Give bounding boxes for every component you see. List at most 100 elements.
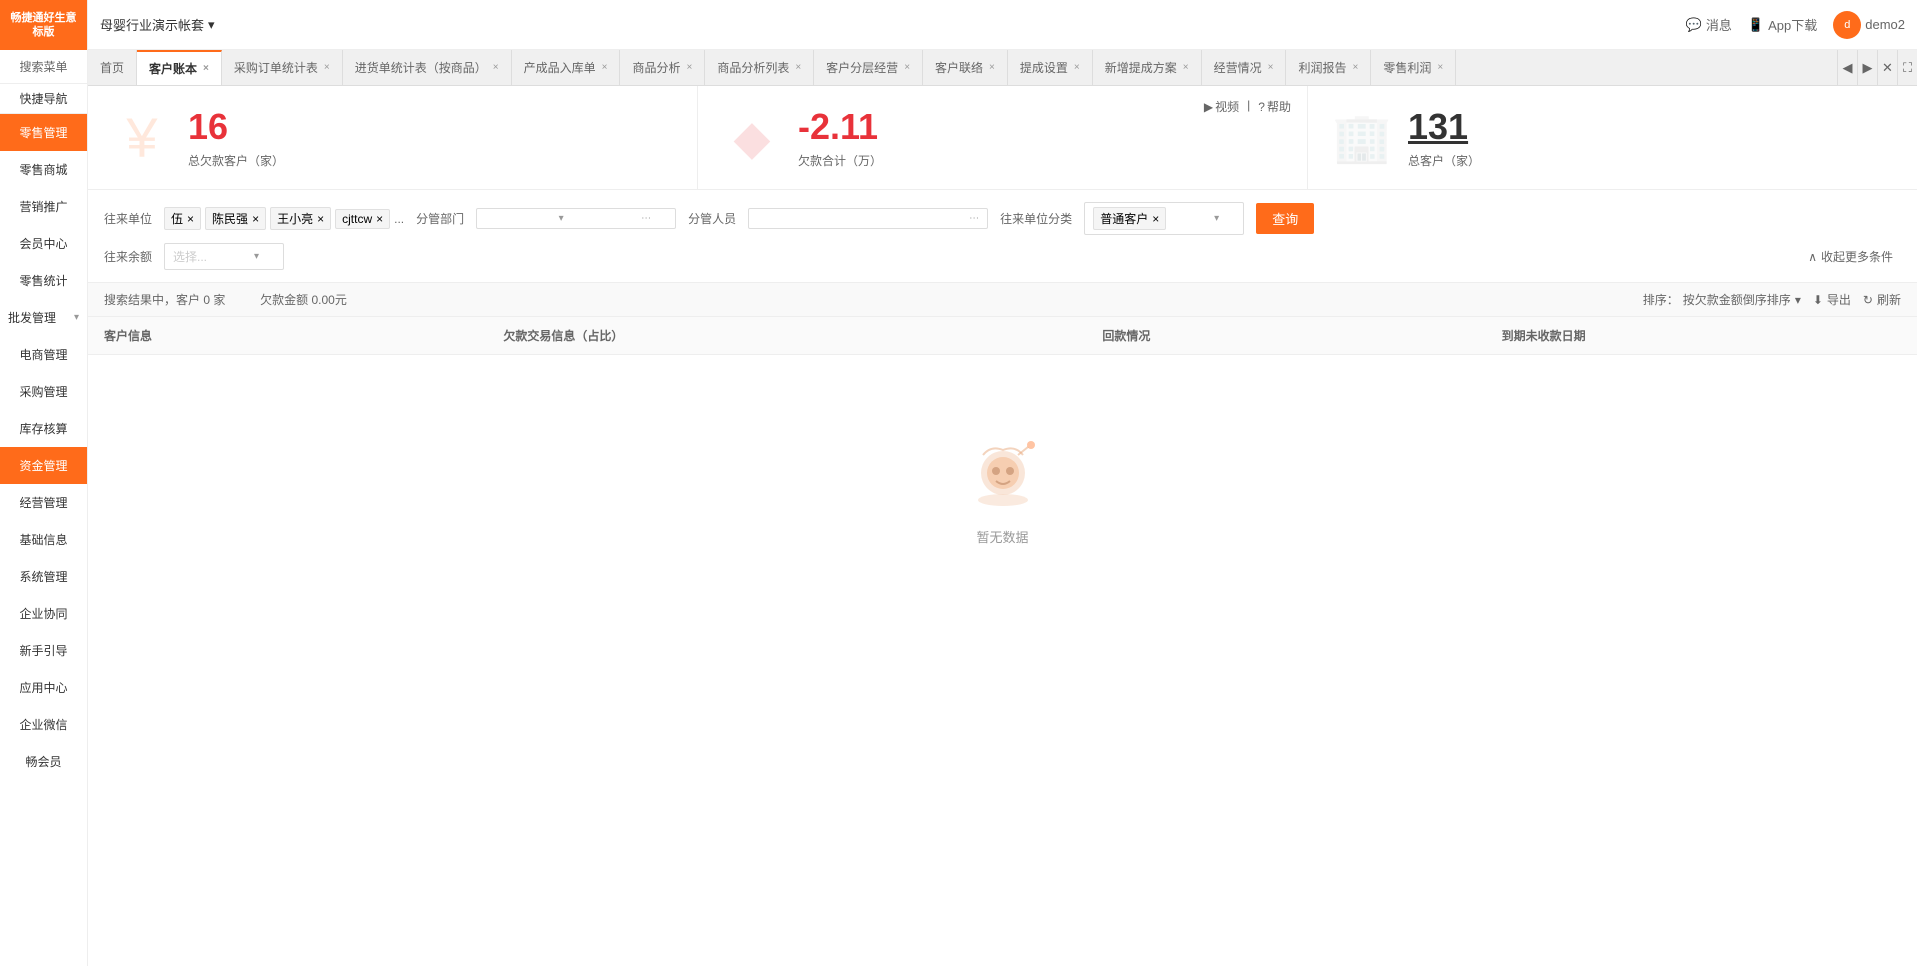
- video-btn[interactable]: ▶ 视频: [1204, 98, 1239, 115]
- tab-close-13[interactable]: ×: [1437, 62, 1443, 73]
- category-select[interactable]: 普通客户 × ▾: [1084, 202, 1244, 235]
- col-header-customer: 客户信息: [104, 327, 503, 344]
- quick-nav[interactable]: 快捷导航: [0, 84, 87, 114]
- tab-8[interactable]: 客户联络×: [923, 50, 1008, 86]
- tab-close-5[interactable]: ×: [686, 62, 692, 73]
- sidebar-item-14[interactable]: 新手引导: [0, 632, 87, 669]
- person-label: 分管人员: [688, 210, 736, 227]
- tab-10[interactable]: 新增提成方案×: [1093, 50, 1202, 86]
- balance-label: 往来余额: [104, 248, 152, 265]
- tab-prev-btn[interactable]: ◀: [1837, 50, 1857, 86]
- tab-label-6: 商品分析列表: [717, 59, 789, 76]
- sidebar-item-13[interactable]: 企业协同: [0, 595, 87, 632]
- search-menu[interactable]: 搜索菜单: [0, 50, 87, 84]
- sidebar-item-5[interactable]: 批发管理▾: [0, 299, 87, 336]
- unit-tags-more[interactable]: ...: [394, 212, 404, 226]
- tab-close-9[interactable]: ×: [1074, 62, 1080, 73]
- refresh-icon: ↻: [1863, 293, 1873, 307]
- unit-tag-close-2[interactable]: ×: [317, 212, 324, 226]
- tab-next-btn[interactable]: ▶: [1857, 50, 1877, 86]
- tab-close-all-btn[interactable]: ✕: [1877, 50, 1897, 86]
- filter-row-2: 往来余额 选择... ▾ ∧ 收起更多条件: [104, 243, 1901, 270]
- tab-11[interactable]: 经营情况 ×: [1202, 50, 1287, 86]
- sidebar-item-17[interactable]: 畅会员: [0, 743, 87, 780]
- tab-expand-btn[interactable]: ⛶: [1897, 50, 1917, 86]
- tab-close-4[interactable]: ×: [602, 62, 608, 73]
- stat-value-amount: -2.11: [798, 106, 882, 148]
- message-btn[interactable]: 💬 消息: [1686, 15, 1732, 34]
- tab-label-5: 商品分析: [632, 59, 680, 76]
- sidebar-item-1[interactable]: 零售商城: [0, 151, 87, 188]
- chevron-down-icon-sort: ▾: [1795, 293, 1801, 307]
- unit-tag-2: 王小亮×: [270, 207, 331, 230]
- sidebar-item-4[interactable]: 零售统计: [0, 262, 87, 299]
- dept-label: 分管部门: [416, 210, 464, 227]
- tab-label-1: 客户账本: [149, 60, 197, 77]
- chevron-down-icon: ▾: [208, 17, 215, 33]
- phone-icon: 📱: [1748, 17, 1764, 33]
- tab-12[interactable]: 利润报告×: [1286, 50, 1371, 86]
- sidebar-item-9[interactable]: 资金管理: [0, 447, 87, 484]
- tab-label-7: 客户分层经营: [826, 59, 898, 76]
- stat-card-total: 🏢 131 总客户（家）: [1308, 86, 1917, 189]
- stat-label-amount: 欠款合计（万）: [798, 152, 882, 169]
- stat-info-3: 131 总客户（家）: [1408, 106, 1480, 169]
- help-btn[interactable]: ? 帮助: [1258, 98, 1291, 115]
- account-selector[interactable]: 母婴行业演示帐套 ▾: [100, 15, 215, 34]
- sidebar-item-15[interactable]: 应用中心: [0, 669, 87, 706]
- sidebar-item-7[interactable]: 采购管理: [0, 373, 87, 410]
- user-menu[interactable]: d demo2: [1833, 11, 1905, 39]
- tab-3[interactable]: 进货单统计表（按商品）×: [343, 50, 512, 86]
- sidebar-item-11[interactable]: 基础信息: [0, 521, 87, 558]
- tab-close-3[interactable]: ×: [493, 62, 499, 73]
- tab-label-4: 产成品入库单: [524, 59, 596, 76]
- avatar: d: [1833, 11, 1861, 39]
- tab-2[interactable]: 采购订单统计表 ×: [222, 50, 343, 86]
- app-download-btn[interactable]: 📱 App下载: [1748, 15, 1817, 34]
- play-icon: ▶: [1204, 100, 1213, 114]
- category-tag-close[interactable]: ×: [1152, 212, 1159, 226]
- sidebar-item-2[interactable]: 营销推广: [0, 188, 87, 225]
- sidebar-item-8[interactable]: 库存核算: [0, 410, 87, 447]
- tab-close-8[interactable]: ×: [989, 62, 995, 73]
- sidebar-item-12[interactable]: 系统管理: [0, 558, 87, 595]
- sidebar-item-6[interactable]: 电商管理: [0, 336, 87, 373]
- unit-tag-close-3[interactable]: ×: [376, 212, 383, 226]
- tab-7[interactable]: 客户分层经营 ×: [814, 50, 923, 86]
- sort-selector[interactable]: 排序： 按欠款金额倒序排序 ▾: [1643, 291, 1801, 308]
- tab-1[interactable]: 客户账本 ×: [137, 50, 222, 86]
- tab-close-12[interactable]: ×: [1352, 62, 1358, 73]
- tab-0[interactable]: 首页: [88, 50, 137, 86]
- tab-9[interactable]: 提成设置×: [1008, 50, 1093, 86]
- tab-close-10[interactable]: ×: [1183, 62, 1189, 73]
- balance-select[interactable]: 选择... ▾: [164, 243, 284, 270]
- tab-13[interactable]: 零售利润×: [1371, 50, 1456, 86]
- tab-close-7[interactable]: ×: [904, 62, 910, 73]
- col-header-debt: 欠款交易信息（占比）: [503, 327, 1102, 344]
- sidebar-item-0[interactable]: 零售管理: [0, 114, 87, 151]
- chevron-up-icon: ∧: [1808, 250, 1817, 264]
- collapse-button[interactable]: ∧ 收起更多条件: [1800, 244, 1901, 269]
- sidebar-item-3[interactable]: 会员中心: [0, 225, 87, 262]
- refresh-button[interactable]: ↻ 刷新: [1863, 291, 1901, 308]
- tab-close-2[interactable]: ×: [324, 62, 330, 73]
- tab-label-2: 采购订单统计表: [234, 59, 318, 76]
- tab-label-11: 经营情况: [1214, 59, 1262, 76]
- yen-icon: ¥: [112, 108, 172, 168]
- unit-tag-close-1[interactable]: ×: [252, 212, 259, 226]
- sidebar-item-16[interactable]: 企业微信: [0, 706, 87, 743]
- tab-4[interactable]: 产成品入库单 ×: [512, 50, 621, 86]
- sidebar-item-10[interactable]: 经营管理: [0, 484, 87, 521]
- tab-close-11[interactable]: ×: [1268, 62, 1274, 73]
- export-button[interactable]: ⬇ 导出: [1813, 291, 1851, 308]
- tab-close-6[interactable]: ×: [795, 62, 801, 73]
- unit-tag-close-0[interactable]: ×: [187, 212, 194, 226]
- unit-tag-0: 伍×: [164, 207, 201, 230]
- person-input[interactable]: ⋯: [748, 208, 988, 229]
- tab-6[interactable]: 商品分析列表 ×: [705, 50, 814, 86]
- dept-select[interactable]: ▾ ⋯: [476, 208, 676, 229]
- result-bar: 搜索结果中，客户 0 家 欠款金额 0.00元 排序： 按欠款金额倒序排序 ▾ …: [88, 283, 1917, 317]
- tab-5[interactable]: 商品分析 ×: [620, 50, 705, 86]
- query-button[interactable]: 查询: [1256, 203, 1314, 234]
- tab-close-1[interactable]: ×: [203, 63, 209, 74]
